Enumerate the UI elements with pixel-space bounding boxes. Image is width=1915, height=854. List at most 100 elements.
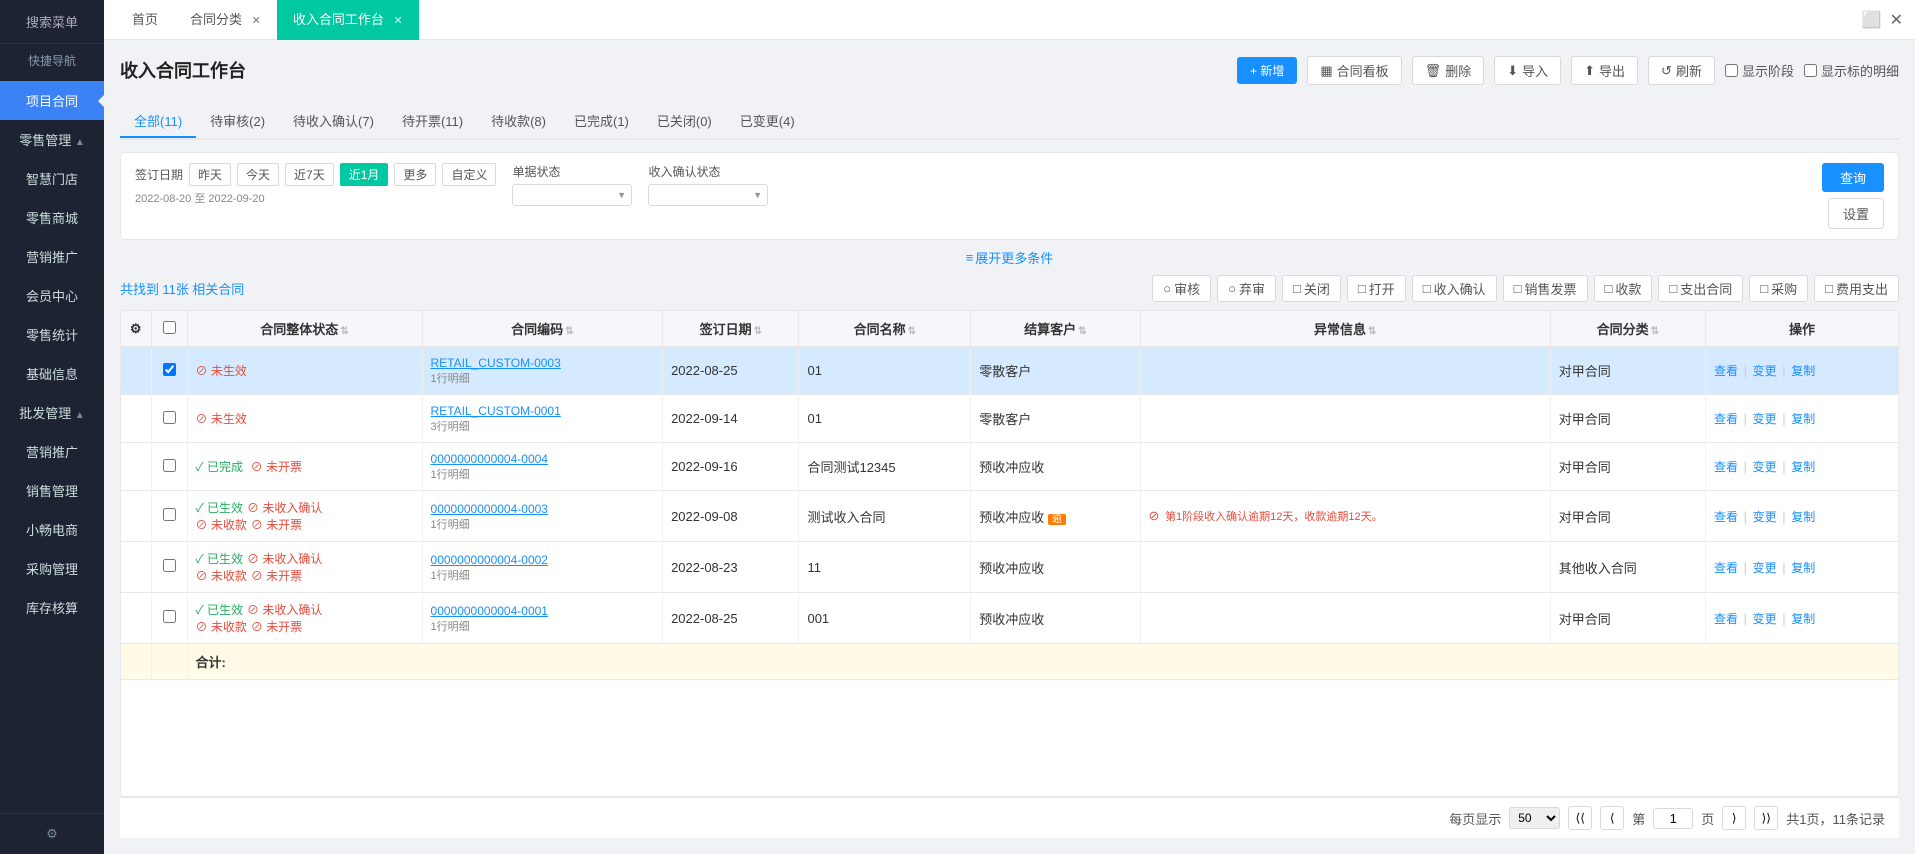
sub-tab-pending-payment[interactable]: 待收款(8)	[477, 105, 560, 138]
row-settings[interactable]	[121, 395, 151, 443]
sidebar-search[interactable]: 搜索菜单	[0, 0, 104, 44]
confirm-select[interactable]	[648, 184, 768, 206]
th-settings[interactable]: ⚙	[121, 311, 151, 347]
sidebar-item-sales[interactable]: 销售管理	[0, 471, 104, 510]
sidebar-item-retail-mall[interactable]: 零售商城	[0, 198, 104, 237]
abandon-button[interactable]: ○ 弃审	[1217, 275, 1276, 302]
op-view[interactable]: 查看	[1714, 612, 1738, 626]
op-copy[interactable]: 复制	[1791, 460, 1815, 474]
sub-tab-changed[interactable]: 已变更(4)	[726, 105, 809, 138]
tab-income-contract[interactable]: 收入合同工作台 ✕	[277, 0, 419, 40]
op-view[interactable]: 查看	[1714, 412, 1738, 426]
op-edit[interactable]: 变更	[1753, 612, 1777, 626]
op-copy[interactable]: 复制	[1791, 561, 1815, 575]
open-button[interactable]: □ 打开	[1347, 275, 1406, 302]
restore-icon[interactable]: ⬜	[1862, 10, 1882, 30]
refresh-button[interactable]: ↺ 刷新	[1648, 56, 1715, 85]
sidebar-item-marketing[interactable]: 营销推广	[0, 237, 104, 276]
show-stage-checkbox[interactable]: 显示阶段	[1725, 61, 1794, 80]
op-copy[interactable]: 复制	[1791, 510, 1815, 524]
sidebar-item-ecommerce[interactable]: 小畅电商	[0, 510, 104, 549]
page-input[interactable]	[1653, 808, 1693, 829]
op-copy[interactable]: 复制	[1791, 412, 1815, 426]
date-1month-btn[interactable]: 近1月	[340, 163, 389, 186]
row-check[interactable]	[151, 593, 187, 644]
sidebar-settings[interactable]: ⚙	[0, 813, 104, 854]
contract-link[interactable]: RETAIL_CUSTOM-0001	[431, 404, 561, 418]
sidebar-item-project-contract[interactable]: 项目合同	[0, 81, 104, 120]
row-check[interactable]	[151, 395, 187, 443]
row-settings[interactable]	[121, 593, 151, 644]
date-more-btn[interactable]: 更多	[394, 163, 436, 186]
per-page-select[interactable]: 50 20 100	[1509, 807, 1560, 829]
tab-active-close-icon[interactable]: ✕	[394, 15, 403, 27]
delete-button[interactable]: 🗑 删除	[1412, 56, 1485, 85]
sub-tab-completed[interactable]: 已完成(1)	[560, 105, 643, 138]
audit-button[interactable]: ○ 审核	[1152, 275, 1211, 302]
row-check[interactable]	[151, 443, 187, 491]
op-edit[interactable]: 变更	[1753, 364, 1777, 378]
sidebar-item-purchase[interactable]: 采购管理	[0, 549, 104, 588]
close-button[interactable]: □ 关闭	[1282, 275, 1341, 302]
th-checkbox[interactable]	[151, 311, 187, 347]
row-settings[interactable]	[121, 347, 151, 395]
show-detail-checkbox[interactable]: 显示标的明细	[1804, 61, 1899, 80]
row-settings[interactable]	[121, 491, 151, 542]
sidebar-item-smart-store[interactable]: 智慧门店	[0, 159, 104, 198]
row-check[interactable]	[151, 542, 187, 593]
first-page-btn[interactable]: ⟨⟨	[1568, 806, 1592, 830]
date-today-btn[interactable]: 今天	[237, 163, 279, 186]
op-edit[interactable]: 变更	[1753, 412, 1777, 426]
op-view[interactable]: 查看	[1714, 364, 1738, 378]
next-page-btn[interactable]: ⟩	[1722, 806, 1746, 830]
tab-contract-category[interactable]: 合同分类 ✕	[174, 0, 277, 40]
date-yesterday-btn[interactable]: 昨天	[189, 163, 231, 186]
tab-home[interactable]: 首页	[116, 0, 174, 40]
export-button[interactable]: ⬆ 导出	[1571, 56, 1638, 85]
out-contract-button[interactable]: □ 支出合同	[1658, 275, 1743, 302]
sub-tab-pending-review[interactable]: 待审核(2)	[196, 105, 279, 138]
setting-button[interactable]: 设置	[1828, 198, 1884, 229]
payment-button[interactable]: □ 收款	[1594, 275, 1653, 302]
sub-tab-pending-invoice[interactable]: 待开票(11)	[388, 105, 477, 138]
date-custom-btn[interactable]: 自定义	[442, 163, 496, 186]
query-button[interactable]: 查询	[1822, 163, 1884, 192]
sub-tab-all[interactable]: 全部(11)	[120, 105, 196, 138]
expense-button[interactable]: □ 费用支出	[1814, 275, 1899, 302]
tab-close-icon[interactable]: ✕	[252, 15, 261, 27]
expand-more-btn[interactable]: ≡ 展开更多条件	[966, 248, 1054, 267]
contract-link[interactable]: RETAIL_CUSTOM-0003	[431, 356, 561, 370]
row-check[interactable]	[151, 347, 187, 395]
sidebar-item-retail-mgmt[interactable]: 零售管理 ▲	[0, 120, 104, 159]
op-view[interactable]: 查看	[1714, 561, 1738, 575]
new-button[interactable]: + 新增	[1237, 57, 1297, 84]
sub-tab-closed[interactable]: 已关闭(0)	[643, 105, 726, 138]
invoice-button[interactable]: □ 销售发票	[1503, 275, 1588, 302]
op-view[interactable]: 查看	[1714, 460, 1738, 474]
contract-link[interactable]: 0000000000004-0003	[431, 502, 548, 516]
sidebar-item-wholesale[interactable]: 批发管理 ▲	[0, 393, 104, 432]
op-edit[interactable]: 变更	[1753, 510, 1777, 524]
purchase-button[interactable]: □ 采购	[1749, 275, 1808, 302]
op-edit[interactable]: 变更	[1753, 460, 1777, 474]
row-settings[interactable]	[121, 542, 151, 593]
contract-link[interactable]: 0000000000004-0002	[431, 553, 548, 567]
last-page-btn[interactable]: ⟩⟩	[1754, 806, 1778, 830]
confirm-button[interactable]: □ 收入确认	[1412, 275, 1497, 302]
row-settings[interactable]	[121, 443, 151, 491]
op-copy[interactable]: 复制	[1791, 612, 1815, 626]
sidebar-item-retail-stats[interactable]: 零售统计	[0, 315, 104, 354]
status-select[interactable]	[512, 184, 632, 206]
op-copy[interactable]: 复制	[1791, 364, 1815, 378]
sidebar-item-base-info[interactable]: 基础信息	[0, 354, 104, 393]
op-edit[interactable]: 变更	[1753, 561, 1777, 575]
contract-link[interactable]: 0000000000004-0004	[431, 452, 548, 466]
sub-tab-pending-confirm[interactable]: 待收入确认(7)	[279, 105, 388, 138]
row-check[interactable]	[151, 491, 187, 542]
prev-page-btn[interactable]: ⟨	[1600, 806, 1624, 830]
op-view[interactable]: 查看	[1714, 510, 1738, 524]
sidebar-item-member[interactable]: 会员中心	[0, 276, 104, 315]
date-7days-btn[interactable]: 近7天	[285, 163, 334, 186]
kanban-button[interactable]: ▦ 合同看板	[1307, 56, 1401, 85]
contract-link[interactable]: 0000000000004-0001	[431, 604, 548, 618]
